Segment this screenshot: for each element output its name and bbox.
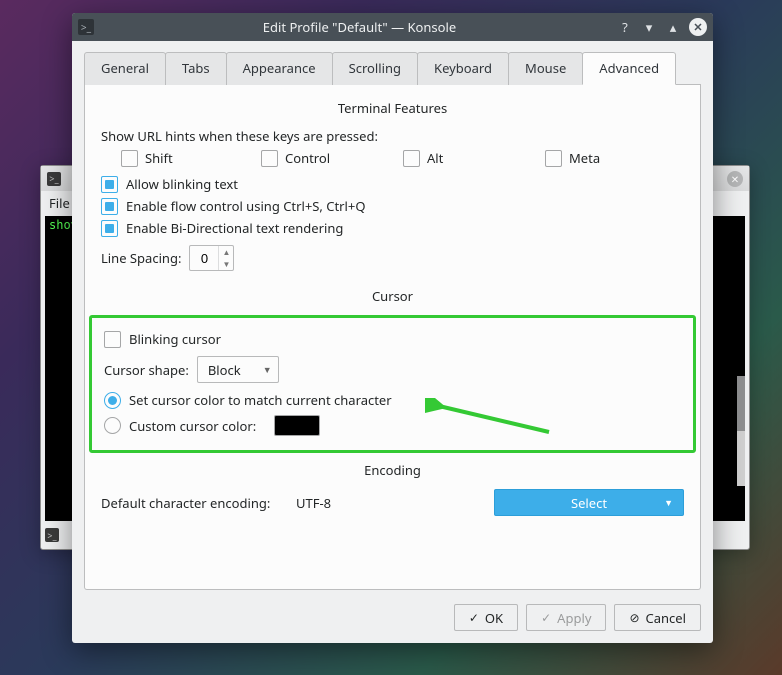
check-icon: ✓ xyxy=(469,609,479,626)
label-shift: Shift xyxy=(145,149,173,167)
apply-button-label: Apply xyxy=(557,609,591,627)
label-cursor-shape: Cursor shape: xyxy=(104,361,189,379)
ok-button[interactable]: ✓ OK xyxy=(454,604,518,631)
url-hints-label-row: Show URL hints when these keys are press… xyxy=(101,127,684,145)
help-icon[interactable]: ? xyxy=(617,19,633,35)
label-allow-blinking-text: Allow blinking text xyxy=(126,175,238,193)
label-match-cursor-color: Set cursor color to match current charac… xyxy=(129,391,392,409)
checkbox-blinking-cursor[interactable] xyxy=(104,331,121,348)
label-flow-control: Enable flow control using Ctrl+S, Ctrl+Q xyxy=(126,197,366,215)
label-line-spacing: Line Spacing: xyxy=(101,249,181,267)
checkbox-shift[interactable] xyxy=(121,150,138,167)
checkbox-alt[interactable] xyxy=(403,150,420,167)
background-close-icon[interactable]: ✕ xyxy=(727,171,743,187)
select-encoding-button[interactable]: Select ▼ xyxy=(494,489,684,516)
label-custom-cursor-color: Custom cursor color: xyxy=(129,417,256,435)
dialog-button-row: ✓ OK ✓ Apply ⊘ Cancel xyxy=(84,604,701,631)
tab-general[interactable]: General xyxy=(84,52,166,85)
default-encoding-value: UTF-8 xyxy=(296,494,376,512)
label-control: Control xyxy=(285,149,330,167)
edit-profile-dialog: >_ Edit Profile "Default" — Konsole ? ▾ … xyxy=(72,13,713,643)
apply-button: ✓ Apply xyxy=(526,604,606,631)
chevron-down-icon: ▼ xyxy=(263,363,272,376)
cancel-button-label: Cancel xyxy=(646,609,686,627)
checkbox-flow-control[interactable] xyxy=(101,198,118,215)
terminal-icon: >_ xyxy=(47,172,61,186)
radio-custom-cursor-color[interactable] xyxy=(104,417,121,434)
checkbox-control[interactable] xyxy=(261,150,278,167)
label-alt: Alt xyxy=(427,149,443,167)
advanced-tab-page: Terminal Features Show URL hints when th… xyxy=(84,85,701,590)
label-bidi: Enable Bi-Directional text rendering xyxy=(126,219,343,237)
tab-mouse[interactable]: Mouse xyxy=(508,52,583,85)
check-icon: ✓ xyxy=(541,609,551,626)
dialog-title: Edit Profile "Default" — Konsole xyxy=(102,18,617,36)
cursor-section-highlight: Blinking cursor Cursor shape: Block ▼ Se… xyxy=(89,315,696,453)
minimize-icon[interactable]: ▾ xyxy=(641,19,657,35)
ok-button-label: OK xyxy=(485,609,503,627)
label-default-encoding: Default character encoding: xyxy=(101,494,296,512)
tab-scrolling[interactable]: Scrolling xyxy=(332,52,418,85)
section-cursor: Cursor xyxy=(101,287,684,305)
tab-advanced[interactable]: Advanced xyxy=(582,52,676,85)
line-spacing-spinbox[interactable]: ▲ ▼ xyxy=(189,245,234,271)
url-hints-label: Show URL hints when these keys are press… xyxy=(101,127,378,145)
section-terminal-features: Terminal Features xyxy=(101,99,684,117)
maximize-icon[interactable]: ▴ xyxy=(665,19,681,35)
spin-up-icon[interactable]: ▲ xyxy=(219,246,233,258)
label-blinking-cursor: Blinking cursor xyxy=(129,330,221,348)
cancel-icon: ⊘ xyxy=(629,609,639,626)
checkbox-allow-blinking-text[interactable] xyxy=(101,176,118,193)
line-spacing-input[interactable] xyxy=(190,250,218,267)
tab-keyboard[interactable]: Keyboard xyxy=(417,52,509,85)
tab-tabs[interactable]: Tabs xyxy=(165,52,227,85)
cursor-shape-combo[interactable]: Block ▼ xyxy=(197,356,279,383)
checkbox-meta[interactable] xyxy=(545,150,562,167)
chevron-down-icon: ▼ xyxy=(664,496,673,509)
checkbox-bidi[interactable] xyxy=(101,220,118,237)
terminal-icon: >_ xyxy=(45,528,59,542)
cursor-shape-value: Block xyxy=(208,361,241,379)
cancel-button[interactable]: ⊘ Cancel xyxy=(614,604,701,631)
tab-appearance[interactable]: Appearance xyxy=(226,52,333,85)
cursor-color-swatch[interactable] xyxy=(274,415,320,436)
terminal-icon: >_ xyxy=(78,19,94,35)
section-encoding: Encoding xyxy=(101,461,684,479)
radio-match-cursor-color[interactable] xyxy=(104,392,121,409)
background-scrollbar-thumb[interactable] xyxy=(737,376,745,431)
close-icon[interactable]: ✕ xyxy=(689,18,707,36)
tab-bar: General Tabs Appearance Scrolling Keyboa… xyxy=(84,51,701,85)
background-scrollbar[interactable] xyxy=(737,376,745,486)
spin-down-icon[interactable]: ▼ xyxy=(219,258,233,270)
dialog-titlebar[interactable]: >_ Edit Profile "Default" — Konsole ? ▾ … xyxy=(72,13,713,41)
select-button-label: Select xyxy=(571,494,607,512)
background-statusbar: >_ xyxy=(45,525,59,545)
label-meta: Meta xyxy=(569,149,600,167)
